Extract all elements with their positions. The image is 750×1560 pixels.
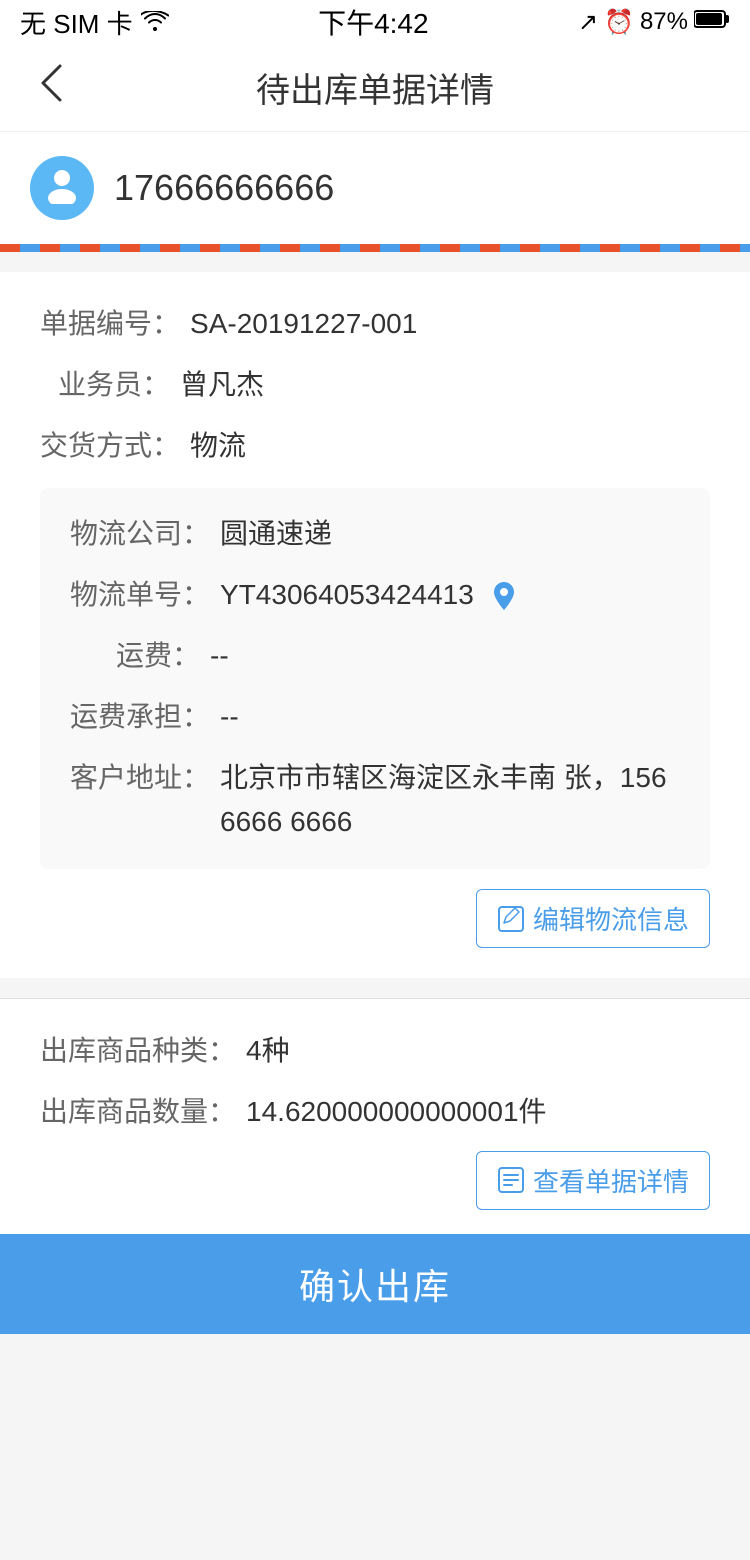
address-value: 北京市市辖区海淀区永丰南 张，156 6666 6666 <box>220 756 680 846</box>
logistics-company-row: 物流公司： 圆通速递 <box>70 512 680 557</box>
logistics-tracking-value: YT43064053424413 <box>220 573 680 618</box>
freight-row: 运费： -- <box>70 634 680 679</box>
freight-bear-label: 运费承担： <box>70 695 210 740</box>
address-label: 客户地址： <box>70 756 210 801</box>
agent-row: 业务员： 曾凡杰 <box>40 363 710 408</box>
avatar-icon <box>42 164 82 213</box>
confirm-outbound-button[interactable]: 确认出库 <box>0 1234 750 1334</box>
freight-label: 运费： <box>70 634 200 679</box>
quantity-label: 出库商品数量： <box>40 1090 236 1135</box>
delivery-value: 物流 <box>190 424 710 469</box>
alarm-icon: ⏰ <box>604 8 634 37</box>
wifi-icon <box>141 7 169 38</box>
logistics-company-value: 圆通速递 <box>220 512 680 557</box>
battery-percent: 87% <box>640 8 688 36</box>
edit-icon <box>497 905 525 933</box>
quantity-row: 出库商品数量： 14.620000000000001件 <box>40 1090 710 1135</box>
edit-logistics-btn-wrap: 编辑物流信息 <box>40 889 710 948</box>
logistics-card: 物流公司： 圆通速递 物流单号： YT43064053424413 运费： -- <box>40 488 710 869</box>
agent-label: 业务员： <box>40 363 170 408</box>
agent-value: 曾凡杰 <box>180 363 710 408</box>
logistics-tracking-label: 物流单号： <box>70 573 210 618</box>
logistics-tracking-row: 物流单号： YT43064053424413 <box>70 573 680 618</box>
document-number-value: SA-20191227-001 <box>190 302 710 347</box>
back-button[interactable] <box>30 54 72 121</box>
status-time: 下午4:42 <box>318 2 429 42</box>
view-detail-button[interactable]: 查看单据详情 <box>476 1151 710 1210</box>
view-detail-btn-wrap: 查看单据详情 <box>40 1151 710 1210</box>
quantity-value: 14.620000000000001件 <box>246 1090 710 1135</box>
page: 无 SIM 卡 下午4:42 ↗ ⏰ 87% <box>0 0 750 1560</box>
freight-bear-value: -- <box>220 695 680 740</box>
nav-bar: 待出库单据详情 <box>0 44 750 132</box>
freight-value: -- <box>210 634 680 679</box>
page-title: 待出库单据详情 <box>256 63 494 112</box>
freight-bear-row: 运费承担： -- <box>70 695 680 740</box>
status-bar: 无 SIM 卡 下午4:42 ↗ ⏰ 87% <box>0 0 750 44</box>
view-detail-label: 查看单据详情 <box>533 1162 689 1199</box>
document-list-icon <box>497 1166 525 1194</box>
logistics-company-label: 物流公司： <box>70 512 210 557</box>
category-value: 4种 <box>246 1029 710 1074</box>
document-number-row: 单据编号： SA-20191227-001 <box>40 302 710 347</box>
category-row: 出库商品种类： 4种 <box>40 1029 710 1074</box>
stats-section: 出库商品种类： 4种 出库商品数量： 14.620000000000001件 查… <box>0 999 750 1240</box>
edit-logistics-button[interactable]: 编辑物流信息 <box>476 889 710 948</box>
status-left: 无 SIM 卡 <box>20 4 169 41</box>
delivery-label: 交货方式： <box>40 424 180 469</box>
user-phone: 17666666666 <box>114 167 334 209</box>
location-status-icon: ↗ <box>578 8 598 37</box>
category-label: 出库商品种类： <box>40 1029 236 1074</box>
status-right: ↗ ⏰ 87% <box>578 8 730 37</box>
document-number-label: 单据编号： <box>40 302 180 347</box>
carrier-label: 无 SIM 卡 <box>20 4 133 41</box>
map-pin-icon[interactable] <box>486 578 522 614</box>
dashed-divider <box>0 244 750 252</box>
document-info-section: 单据编号： SA-20191227-001 业务员： 曾凡杰 交货方式： 物流 … <box>0 272 750 978</box>
user-header: 17666666666 <box>0 132 750 244</box>
address-row: 客户地址： 北京市市辖区海淀区永丰南 张，156 6666 6666 <box>70 756 680 846</box>
avatar <box>30 156 94 220</box>
battery-icon <box>694 8 730 36</box>
delivery-row: 交货方式： 物流 <box>40 424 710 469</box>
edit-logistics-label: 编辑物流信息 <box>533 900 689 937</box>
